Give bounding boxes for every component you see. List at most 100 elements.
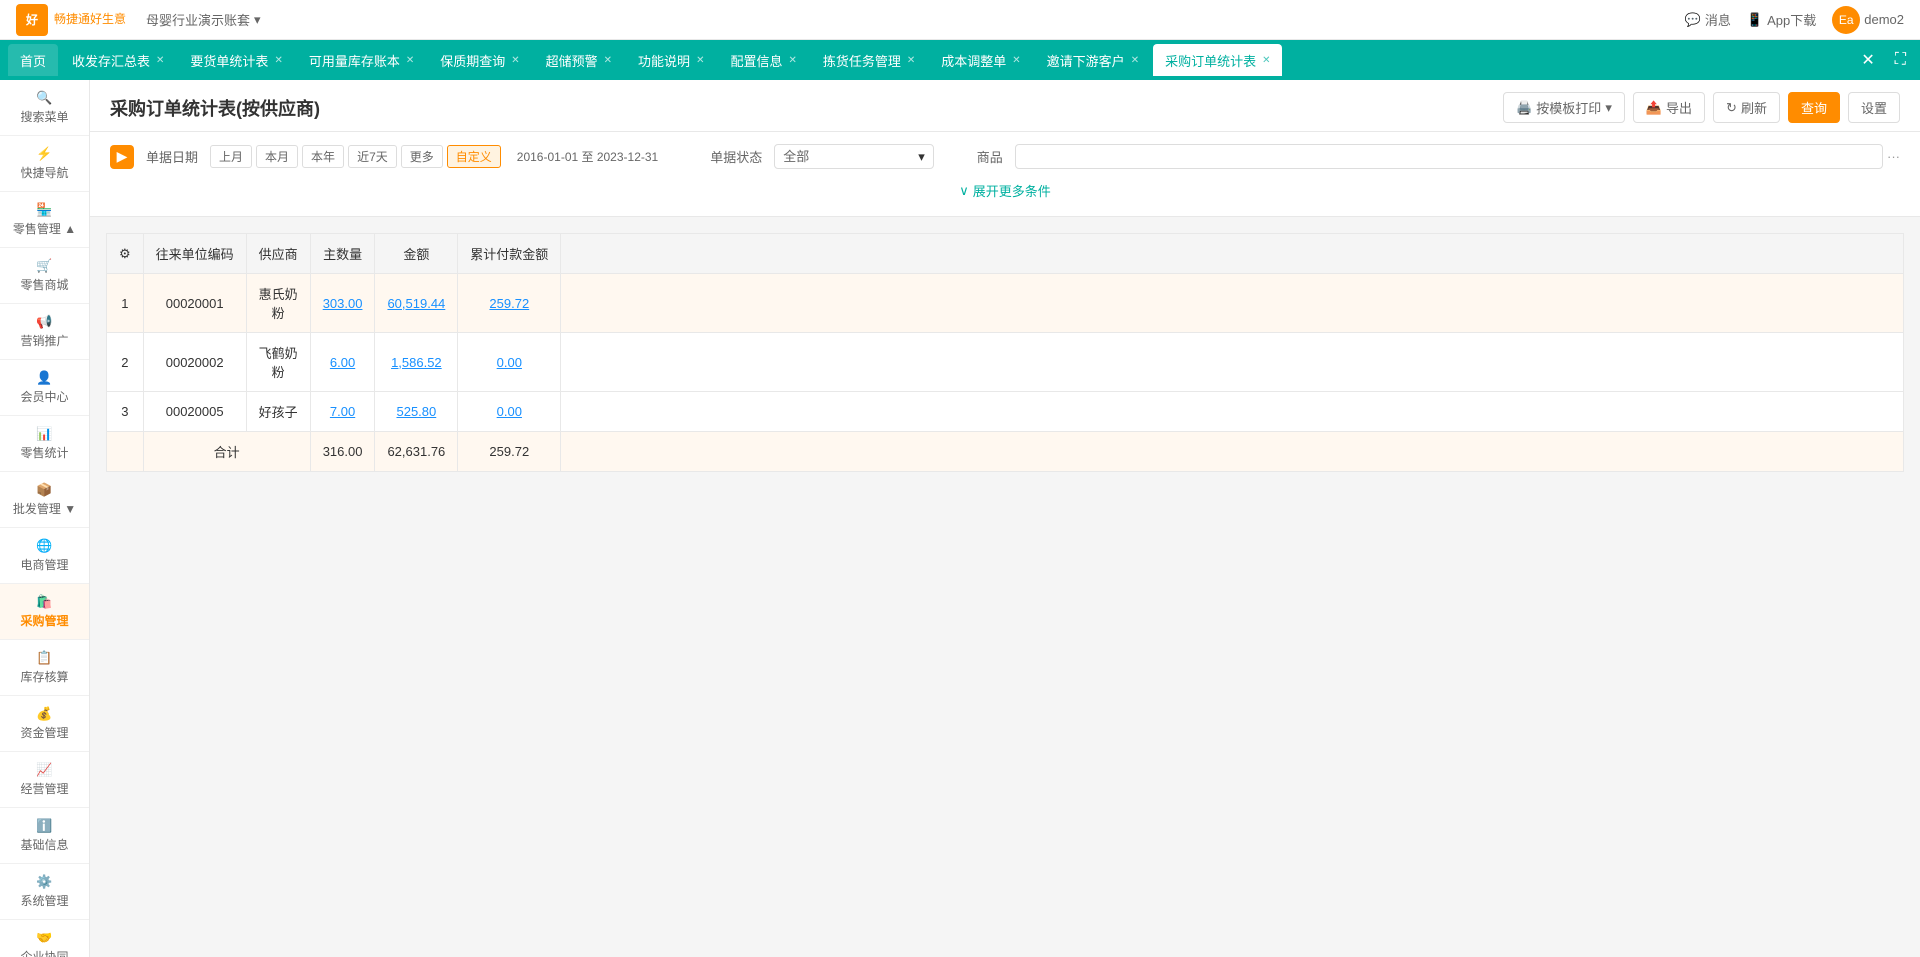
quick-nav-icon: ⚡ bbox=[4, 146, 85, 162]
quantity-link[interactable]: 7.00 bbox=[330, 404, 355, 419]
tab-close-icon[interactable]: ✕ bbox=[604, 55, 612, 66]
date-btn-this-year[interactable]: 本年 bbox=[302, 145, 344, 168]
date-btn-last-month[interactable]: 上月 bbox=[210, 145, 252, 168]
message-label: 消息 bbox=[1705, 10, 1731, 29]
nav-maximize-btn[interactable]: ⛶ bbox=[1889, 49, 1912, 71]
amount-link[interactable]: 525.80 bbox=[396, 404, 436, 419]
date-btn-more[interactable]: 更多 bbox=[401, 145, 443, 168]
sidebar-item-label: 零售统计 bbox=[4, 444, 85, 461]
sidebar-item-quick-nav[interactable]: ⚡ 快捷导航 bbox=[0, 136, 89, 192]
retail-icon: 🏪 bbox=[4, 202, 85, 218]
export-btn[interactable]: 📤 导出 bbox=[1633, 92, 1705, 123]
paid-link[interactable]: 259.72 bbox=[489, 296, 529, 311]
sidebar-item-purchase[interactable]: 🛍️ 采购管理 bbox=[0, 584, 89, 640]
tab-close-icon[interactable]: ✕ bbox=[696, 55, 704, 66]
tab-inventory-account[interactable]: 可用量库存账本 ✕ bbox=[297, 44, 426, 76]
amount-link[interactable]: 1,586.52 bbox=[391, 355, 442, 370]
amount-link[interactable]: 60,519.44 bbox=[387, 296, 445, 311]
main-layout: 🔍 搜索菜单 ⚡ 快捷导航 🏪 零售管理 ▲ 🛒 零售商城 📢 营销推广 👤 会… bbox=[0, 80, 1920, 957]
tab-purchase-order-stats[interactable]: 采购订单统计表 ✕ bbox=[1153, 44, 1282, 76]
nav-controls: ✕ ⛶ bbox=[1855, 48, 1912, 72]
th-quantity: 主数量 bbox=[310, 234, 375, 274]
tab-close-icon[interactable]: ✕ bbox=[1131, 55, 1139, 66]
cooperation-icon: 🤝 bbox=[4, 930, 85, 946]
top-bar-center: 母婴行业演示账套 ▾ bbox=[126, 10, 1685, 29]
query-btn[interactable]: 查询 bbox=[1788, 92, 1840, 123]
tab-close-icon[interactable]: ✕ bbox=[1012, 55, 1020, 66]
table-container: ⚙ 往来单位编码 供应商 主数量 金额 累计付款金额 1 00020001 bbox=[90, 217, 1920, 957]
sidebar-item-search[interactable]: 🔍 搜索菜单 bbox=[0, 80, 89, 136]
workspace-selector[interactable]: 母婴行业演示账套 ▾ bbox=[146, 10, 261, 29]
date-btn-7days[interactable]: 近7天 bbox=[348, 145, 397, 168]
table-footer: 合计 316.00 62,631.76 259.72 bbox=[107, 432, 1904, 472]
sidebar-item-retail-stats[interactable]: 📊 零售统计 bbox=[0, 416, 89, 472]
sidebar-item-finance[interactable]: 💰 资金管理 bbox=[0, 696, 89, 752]
workspace-name: 母婴行业演示账套 bbox=[146, 10, 250, 29]
tab-label: 成本调整单 bbox=[941, 51, 1006, 70]
data-table: ⚙ 往来单位编码 供应商 主数量 金额 累计付款金额 1 00020001 bbox=[106, 233, 1904, 472]
product-input[interactable] bbox=[1015, 144, 1883, 169]
sidebar-item-system[interactable]: ⚙️ 系统管理 bbox=[0, 864, 89, 920]
user-info[interactable]: Ea demo2 bbox=[1832, 6, 1904, 34]
tab-invite-downstream[interactable]: 邀请下游客户 ✕ bbox=[1035, 44, 1151, 76]
tab-pick-task[interactable]: 拣货任务管理 ✕ bbox=[811, 44, 927, 76]
tab-receive-send[interactable]: 收发存汇总表 ✕ bbox=[60, 44, 176, 76]
row-quantity: 7.00 bbox=[310, 392, 375, 432]
sidebar-item-ecommerce[interactable]: 🌐 电商管理 bbox=[0, 528, 89, 584]
filter-toggle-btn[interactable]: ▶ bbox=[110, 145, 134, 169]
th-settings: ⚙ bbox=[107, 234, 144, 274]
footer-paid: 259.72 bbox=[458, 432, 561, 472]
tab-cost-adjust[interactable]: 成本调整单 ✕ bbox=[929, 44, 1032, 76]
print-btn[interactable]: 🖨️ 按模板打印 ▾ bbox=[1503, 92, 1625, 123]
sidebar-item-basic-info[interactable]: ℹ️ 基础信息 bbox=[0, 808, 89, 864]
tab-shelf-life[interactable]: 保质期查询 ✕ bbox=[428, 44, 531, 76]
th-supplier: 供应商 bbox=[246, 234, 310, 274]
app-download-btn[interactable]: 📱 App下载 bbox=[1747, 10, 1816, 29]
settings-btn[interactable]: 设置 bbox=[1848, 92, 1900, 123]
tab-close-icon[interactable]: ✕ bbox=[907, 55, 915, 66]
row-code: 00020002 bbox=[143, 333, 246, 392]
tab-close-icon[interactable]: ✕ bbox=[788, 55, 796, 66]
tab-close-icon[interactable]: ✕ bbox=[156, 55, 164, 66]
sidebar-item-cooperation[interactable]: 🤝 企业协同 bbox=[0, 920, 89, 957]
sidebar-item-label: 库存核算 bbox=[4, 668, 85, 685]
tab-close-icon[interactable]: ✕ bbox=[511, 55, 519, 66]
sidebar-item-operations[interactable]: 📈 经营管理 bbox=[0, 752, 89, 808]
tab-config-info[interactable]: 配置信息 ✕ bbox=[718, 44, 808, 76]
sidebar-item-label: 资金管理 bbox=[4, 724, 85, 741]
tab-overstock[interactable]: 超储预警 ✕ bbox=[534, 44, 624, 76]
quantity-link[interactable]: 6.00 bbox=[330, 355, 355, 370]
product-filter-label: 商品 bbox=[977, 147, 1003, 166]
user-name: demo2 bbox=[1864, 12, 1904, 27]
sidebar-item-members[interactable]: 👤 会员中心 bbox=[0, 360, 89, 416]
sidebar-item-retail-mall[interactable]: 🛒 零售商城 bbox=[0, 248, 89, 304]
status-select[interactable]: 全部 bbox=[774, 144, 934, 169]
sidebar-item-inventory[interactable]: 📋 库存核算 bbox=[0, 640, 89, 696]
tab-close-icon[interactable]: ✕ bbox=[406, 55, 414, 66]
paid-link[interactable]: 0.00 bbox=[497, 404, 522, 419]
refresh-btn[interactable]: ↻ 刷新 bbox=[1713, 92, 1780, 123]
tab-purchase-summary[interactable]: 要货单统计表 ✕ bbox=[178, 44, 294, 76]
tab-close-icon[interactable]: ✕ bbox=[274, 55, 282, 66]
query-label: 查询 bbox=[1801, 98, 1827, 117]
tab-label: 超储预警 bbox=[546, 51, 598, 70]
nav-close-btn[interactable]: ✕ bbox=[1855, 48, 1880, 72]
date-btn-custom[interactable]: 自定义 bbox=[447, 145, 501, 168]
paid-link[interactable]: 0.00 bbox=[497, 355, 522, 370]
tab-home[interactable]: 首页 bbox=[8, 44, 58, 76]
sidebar-item-wholesale[interactable]: 📦 批发管理 ▼ bbox=[0, 472, 89, 528]
product-more-icon[interactable]: ··· bbox=[1887, 149, 1900, 164]
column-settings-icon[interactable]: ⚙ bbox=[119, 246, 131, 261]
expand-filters-btn[interactable]: ∨ 展开更多条件 bbox=[951, 177, 1059, 204]
quantity-link[interactable]: 303.00 bbox=[323, 296, 363, 311]
row-code: 00020001 bbox=[143, 274, 246, 333]
expand-icon: ∨ bbox=[959, 183, 969, 199]
sidebar-item-marketing[interactable]: 📢 营销推广 bbox=[0, 304, 89, 360]
tab-function-desc[interactable]: 功能说明 ✕ bbox=[626, 44, 716, 76]
ecommerce-icon: 🌐 bbox=[4, 538, 85, 554]
date-btn-this-month[interactable]: 本月 bbox=[256, 145, 298, 168]
tab-close-icon[interactable]: ✕ bbox=[1262, 55, 1270, 66]
sidebar-item-retail[interactable]: 🏪 零售管理 ▲ bbox=[0, 192, 89, 248]
message-btn[interactable]: 💬 消息 bbox=[1685, 10, 1731, 29]
sidebar-item-label: 企业协同 bbox=[4, 948, 85, 957]
